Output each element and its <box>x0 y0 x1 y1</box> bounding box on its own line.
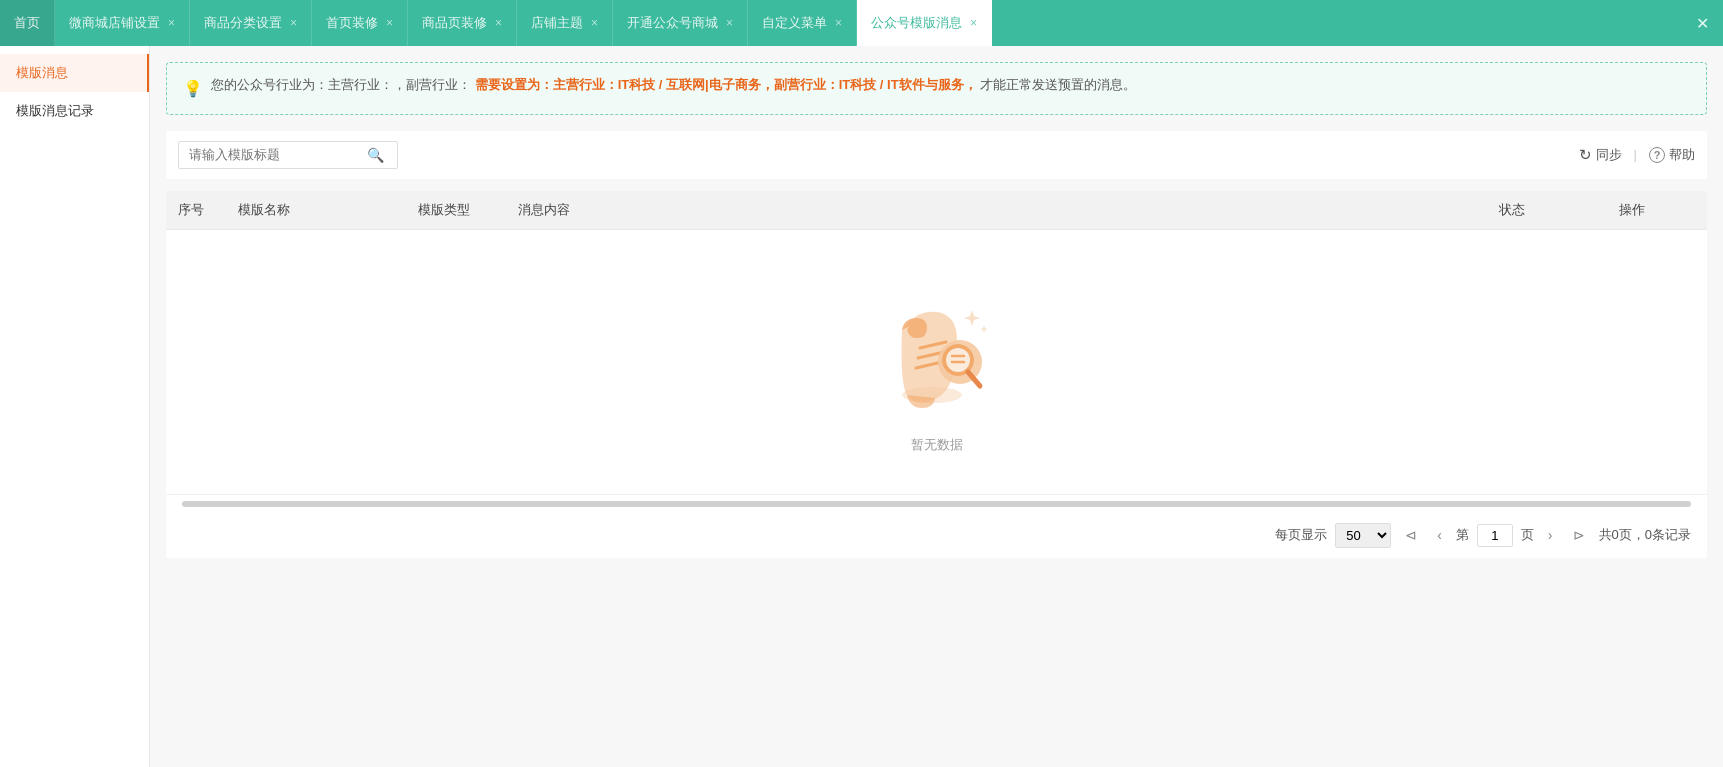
col-type: 模版类型 <box>406 191 506 230</box>
sidebar-item-template-msg-log[interactable]: 模版消息记录 <box>0 92 149 130</box>
sync-button[interactable]: ↻ 同步 <box>1579 146 1622 164</box>
search-button[interactable]: 🔍 <box>359 142 392 168</box>
notice-prefix: 您的公众号行业为：主营行业：，副营行业： <box>211 77 471 92</box>
nav-tab-custom-menu-label: 自定义菜单 <box>762 14 827 32</box>
sidebar-item-template-msg[interactable]: 模版消息 <box>0 54 149 92</box>
sidebar: 模版消息 模版消息记录 <box>0 46 150 767</box>
search-input[interactable] <box>179 142 359 167</box>
help-button[interactable]: ? 帮助 <box>1649 146 1695 164</box>
notice-box: 💡 您的公众号行业为：主营行业：，副营行业： 需要设置为：主营行业：IT科技 /… <box>166 62 1707 115</box>
page-size-label: 每页显示 <box>1275 526 1327 544</box>
nav-tab-home[interactable]: 首页 <box>0 0 55 46</box>
page-suffix-label: 页 <box>1521 526 1534 544</box>
close-home-decor-icon[interactable]: × <box>386 16 393 30</box>
content-area: 💡 您的公众号行业为：主营行业：，副营行业： 需要设置为：主营行业：IT科技 /… <box>150 46 1723 767</box>
notice-bulb-icon: 💡 <box>183 76 203 102</box>
col-content: 消息内容 <box>506 191 1487 230</box>
nav-tab-product-category-label: 商品分类设置 <box>204 14 282 32</box>
nav-tab-template-msg[interactable]: 公众号模版消息 × <box>857 0 992 46</box>
nav-tab-product-decor[interactable]: 商品页装修 × <box>408 0 517 46</box>
close-all-button[interactable]: ✕ <box>1682 14 1723 33</box>
total-label: 共0页，0条记录 <box>1599 526 1691 544</box>
last-page-button[interactable]: ⊳ <box>1567 525 1591 545</box>
close-open-mall-icon[interactable]: × <box>726 16 733 30</box>
page-prefix-label: 第 <box>1456 526 1469 544</box>
sidebar-item-template-msg-label: 模版消息 <box>16 65 68 80</box>
sidebar-item-template-msg-log-label: 模版消息记录 <box>16 103 94 118</box>
data-table-wrapper: 序号 模版名称 模版类型 消息内容 状态 操作 <box>166 191 1707 558</box>
toolbar-right: ↻ 同步 | ? 帮助 <box>1579 146 1695 164</box>
main-layout: 模版消息 模版消息记录 💡 您的公众号行业为：主营行业：，副营行业： 需要设置为… <box>0 46 1723 767</box>
nav-tab-home-decor[interactable]: 首页装修 × <box>312 0 408 46</box>
scroll-track <box>166 494 1707 513</box>
table-header-row: 序号 模版名称 模版类型 消息内容 状态 操作 <box>166 191 1707 230</box>
notice-text: 您的公众号行业为：主营行业：，副营行业： 需要设置为：主营行业：IT科技 / 互… <box>211 75 1136 96</box>
data-table: 序号 模版名称 模版类型 消息内容 状态 操作 <box>166 191 1707 494</box>
nav-tab-wechat-shop-label: 微商城店铺设置 <box>69 14 160 32</box>
prev-page-button[interactable]: ‹ <box>1431 525 1448 545</box>
nav-tab-open-mall[interactable]: 开通公众号商城 × <box>613 0 748 46</box>
nav-tab-home-decor-label: 首页装修 <box>326 14 378 32</box>
nav-tab-template-msg-label: 公众号模版消息 <box>871 14 962 32</box>
horizontal-scrollbar[interactable] <box>182 501 1691 507</box>
col-index: 序号 <box>166 191 226 230</box>
help-label: 帮助 <box>1669 146 1695 164</box>
table-header: 序号 模版名称 模版类型 消息内容 状态 操作 <box>166 191 1707 230</box>
close-product-category-icon[interactable]: × <box>290 16 297 30</box>
sync-label: 同步 <box>1596 146 1622 164</box>
empty-text: 暂无数据 <box>911 436 963 454</box>
nav-tab-shop-theme[interactable]: 店铺主题 × <box>517 0 613 46</box>
notice-highlight: 需要设置为：主营行业：IT科技 / 互联网|电子商务，副营行业：IT科技 / I… <box>475 77 977 92</box>
next-page-button[interactable]: › <box>1542 525 1559 545</box>
empty-illustration <box>872 290 1002 420</box>
empty-state: 暂无数据 <box>166 230 1707 494</box>
page-size-select[interactable]: 50 10 20 100 <box>1335 523 1391 548</box>
nav-tab-home-label: 首页 <box>14 14 40 32</box>
search-icon: 🔍 <box>367 147 384 163</box>
nav-tab-custom-menu[interactable]: 自定义菜单 × <box>748 0 857 46</box>
table-body: 暂无数据 <box>166 229 1707 494</box>
notice-suffix: 才能正常发送预置的消息。 <box>980 77 1136 92</box>
page-number-input[interactable] <box>1477 524 1513 547</box>
search-input-wrapper: 🔍 <box>178 141 398 169</box>
pagination: 每页显示 50 10 20 100 ⊲ ‹ 第 页 › ⊳ 共0页，0条记录 <box>166 513 1707 558</box>
empty-row: 暂无数据 <box>166 229 1707 494</box>
nav-tab-product-category[interactable]: 商品分类设置 × <box>190 0 312 46</box>
close-custom-menu-icon[interactable]: × <box>835 16 842 30</box>
close-wechat-shop-icon[interactable]: × <box>168 16 175 30</box>
top-nav: 首页 微商城店铺设置 × 商品分类设置 × 首页装修 × 商品页装修 × 店铺主… <box>0 0 1723 46</box>
nav-tab-wechat-shop[interactable]: 微商城店铺设置 × <box>55 0 190 46</box>
col-status: 状态 <box>1487 191 1607 230</box>
close-shop-theme-icon[interactable]: × <box>591 16 598 30</box>
nav-tab-open-mall-label: 开通公众号商城 <box>627 14 718 32</box>
close-template-msg-icon[interactable]: × <box>970 16 977 30</box>
nav-tab-product-decor-label: 商品页装修 <box>422 14 487 32</box>
first-page-button[interactable]: ⊲ <box>1399 525 1423 545</box>
help-circle-icon: ? <box>1649 147 1665 163</box>
divider: | <box>1634 147 1637 162</box>
col-name: 模版名称 <box>226 191 406 230</box>
nav-tab-shop-theme-label: 店铺主题 <box>531 14 583 32</box>
search-bar: 🔍 ↻ 同步 | ? 帮助 <box>166 131 1707 179</box>
col-action: 操作 <box>1607 191 1707 230</box>
close-product-decor-icon[interactable]: × <box>495 16 502 30</box>
sync-icon: ↻ <box>1579 146 1592 164</box>
